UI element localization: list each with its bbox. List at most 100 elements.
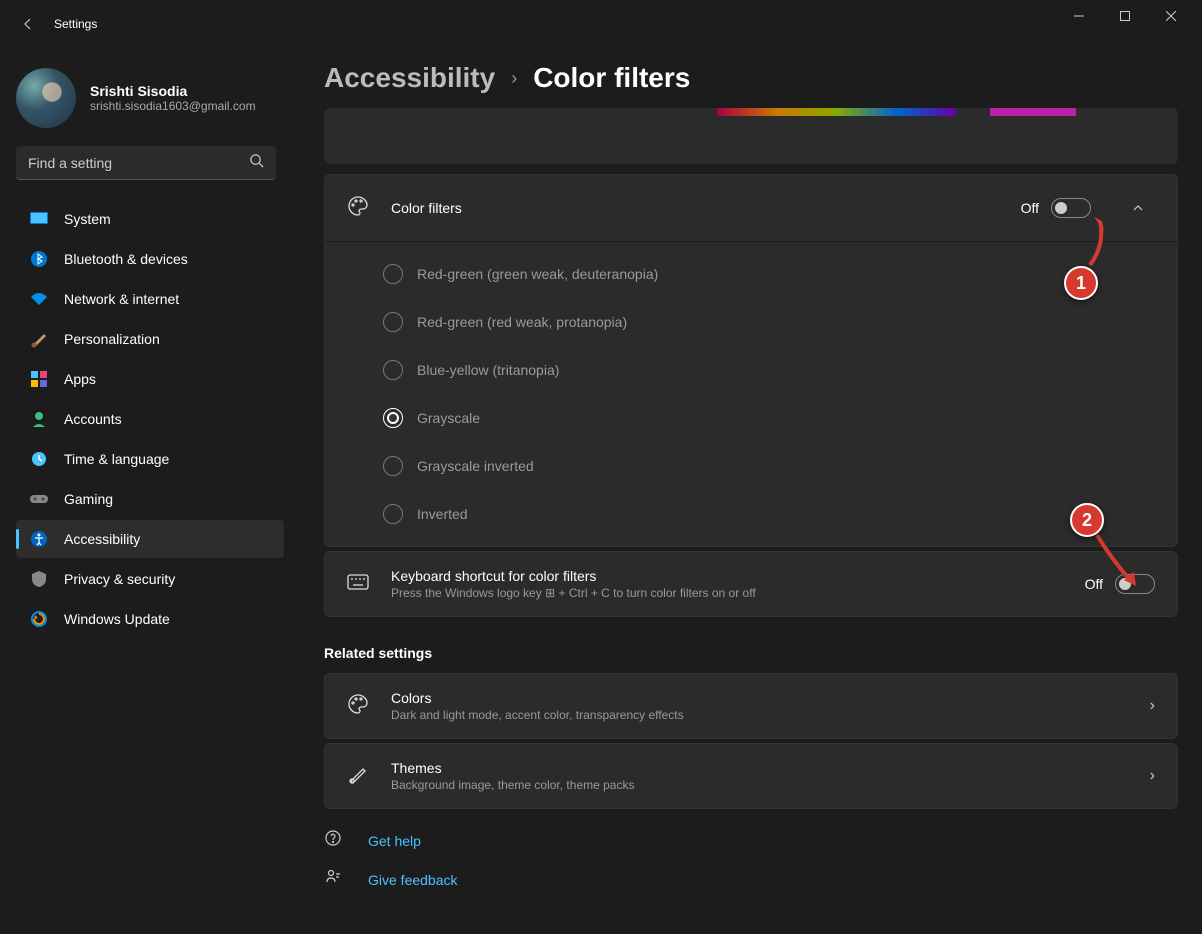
maximize-icon <box>1120 11 1130 21</box>
sidebar-item-privacy[interactable]: Privacy & security <box>16 560 284 598</box>
search-input[interactable] <box>28 155 249 171</box>
feedback-icon <box>324 868 346 891</box>
filter-option-deuteranopia[interactable]: Red-green (green weak, deuteranopia) <box>325 250 1177 298</box>
sidebar-item-network[interactable]: Network & internet <box>16 280 284 318</box>
search-icon <box>249 153 264 173</box>
radio-icon <box>383 360 403 380</box>
keyboard-icon <box>347 574 369 595</box>
sidebar-item-label: Apps <box>64 371 96 387</box>
collapse-button[interactable] <box>1121 191 1155 225</box>
setting-subtitle: Press the Windows logo key ⊞ + Ctrl + C … <box>391 586 1063 600</box>
brush-icon <box>347 763 369 790</box>
bluetooth-icon <box>30 250 48 268</box>
link-subtitle: Background image, theme color, theme pac… <box>391 778 1128 792</box>
nav-list: System Bluetooth & devices Network & int… <box>4 200 288 638</box>
sidebar-item-label: System <box>64 211 111 227</box>
window-controls <box>1056 16 1194 32</box>
link-title: Colors <box>391 690 1128 706</box>
sidebar-item-label: Gaming <box>64 491 113 507</box>
radio-icon <box>383 312 403 332</box>
filter-option-inverted[interactable]: Inverted <box>325 490 1177 538</box>
toggle-label: Off <box>1021 200 1039 216</box>
related-settings-heading: Related settings <box>324 645 1178 661</box>
close-button[interactable] <box>1148 0 1194 32</box>
setting-title: Keyboard shortcut for color filters <box>391 568 1063 584</box>
avatar <box>16 68 76 128</box>
wifi-icon <box>30 290 48 308</box>
sidebar: Srishti Sisodia srishti.sisodia1603@gmai… <box>0 48 300 934</box>
filter-option-grayscale-inverted[interactable]: Grayscale inverted <box>325 442 1177 490</box>
apps-icon <box>30 370 48 388</box>
radio-label: Red-green (green weak, deuteranopia) <box>417 266 658 282</box>
link-subtitle: Dark and light mode, accent color, trans… <box>391 708 1128 722</box>
sidebar-item-time[interactable]: Time & language <box>16 440 284 478</box>
sidebar-item-gaming[interactable]: Gaming <box>16 480 284 518</box>
radio-icon <box>383 504 403 524</box>
system-icon <box>30 210 48 228</box>
color-filters-card: Color filters Off Red-green (green weak,… <box>324 174 1178 547</box>
profile-section[interactable]: Srishti Sisodia srishti.sisodia1603@gmai… <box>4 60 288 146</box>
shield-icon <box>30 570 48 588</box>
radio-icon <box>383 264 403 284</box>
setting-title: Color filters <box>391 200 999 216</box>
back-button[interactable] <box>8 4 48 44</box>
titlebar: Settings <box>0 0 1202 48</box>
link-text: Get help <box>368 833 421 849</box>
annotation-arrow-2 <box>1092 530 1142 590</box>
palette-icon <box>347 195 369 222</box>
window-title: Settings <box>54 17 97 31</box>
sidebar-item-label: Accounts <box>64 411 122 427</box>
profile-email: srishti.sisodia1603@gmail.com <box>90 99 256 113</box>
radio-label: Grayscale <box>417 410 480 426</box>
update-icon <box>30 610 48 628</box>
sidebar-item-accounts[interactable]: Accounts <box>16 400 284 438</box>
keyboard-shortcut-header[interactable]: Keyboard shortcut for color filters Pres… <box>325 552 1177 616</box>
filter-option-grayscale[interactable]: Grayscale <box>325 394 1177 442</box>
chevron-right-icon: › <box>1150 767 1155 785</box>
minimize-button[interactable] <box>1056 0 1102 32</box>
color-filters-header[interactable]: Color filters Off <box>325 175 1177 241</box>
main-content: Accessibility › Color filters Color filt… <box>300 48 1202 934</box>
gamepad-icon <box>30 490 48 508</box>
windows-key-icon: ⊞ <box>545 586 555 600</box>
filter-options-list: Red-green (green weak, deuteranopia) Red… <box>325 241 1177 546</box>
palette-icon <box>347 693 369 720</box>
radio-label: Grayscale inverted <box>417 458 534 474</box>
chevron-right-icon: › <box>1150 697 1155 715</box>
sidebar-item-bluetooth[interactable]: Bluetooth & devices <box>16 240 284 278</box>
accessibility-icon <box>30 530 48 548</box>
radio-label: Blue-yellow (tritanopia) <box>417 362 559 378</box>
breadcrumb-parent[interactable]: Accessibility <box>324 62 495 94</box>
help-icon <box>324 829 346 852</box>
radio-icon <box>383 456 403 476</box>
sidebar-item-system[interactable]: System <box>16 200 284 238</box>
keyboard-shortcut-card: Keyboard shortcut for color filters Pres… <box>324 551 1178 617</box>
chevron-up-icon <box>1132 202 1144 214</box>
sidebar-item-apps[interactable]: Apps <box>16 360 284 398</box>
give-feedback-link[interactable]: Give feedback <box>324 860 1178 899</box>
page-title: Color filters <box>533 62 690 94</box>
filter-preview-card <box>324 108 1178 164</box>
sidebar-item-label: Network & internet <box>64 291 179 307</box>
chevron-right-icon: › <box>511 68 517 89</box>
annotation-badge-2: 2 <box>1070 503 1104 537</box>
sidebar-item-update[interactable]: Windows Update <box>16 600 284 638</box>
filter-option-tritanopia[interactable]: Blue-yellow (tritanopia) <box>325 346 1177 394</box>
sidebar-item-accessibility[interactable]: Accessibility <box>16 520 284 558</box>
clock-icon <box>30 450 48 468</box>
sidebar-item-label: Privacy & security <box>64 571 175 587</box>
annotation-arrow-1 <box>1080 215 1110 270</box>
filter-option-protanopia[interactable]: Red-green (red weak, protanopia) <box>325 298 1177 346</box>
profile-name: Srishti Sisodia <box>90 83 256 99</box>
search-box[interactable] <box>16 146 276 180</box>
minimize-icon <box>1074 11 1084 21</box>
related-colors-link[interactable]: Colors Dark and light mode, accent color… <box>324 673 1178 739</box>
get-help-link[interactable]: Get help <box>324 821 1178 860</box>
sidebar-item-label: Personalization <box>64 331 160 347</box>
sidebar-item-label: Accessibility <box>64 531 140 547</box>
related-themes-link[interactable]: Themes Background image, theme color, th… <box>324 743 1178 809</box>
sidebar-item-personalization[interactable]: Personalization <box>16 320 284 358</box>
maximize-button[interactable] <box>1102 0 1148 32</box>
annotation-badge-1: 1 <box>1064 266 1098 300</box>
radio-label: Inverted <box>417 506 468 522</box>
